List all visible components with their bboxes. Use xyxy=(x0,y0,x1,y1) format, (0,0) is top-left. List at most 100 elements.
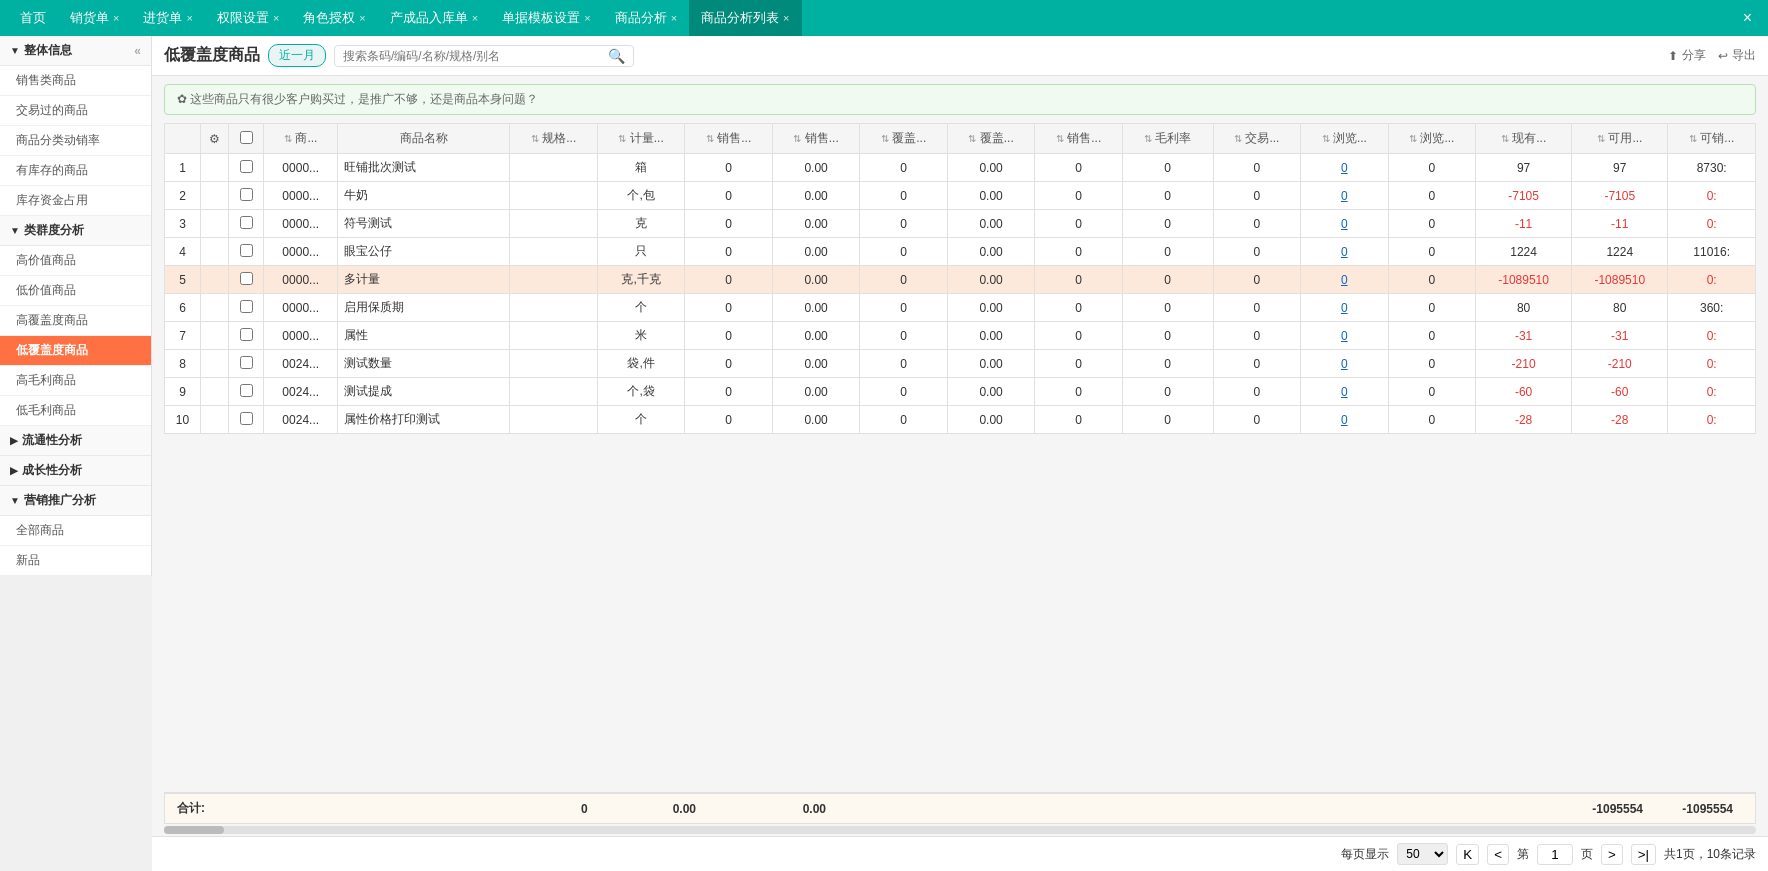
sidebar-collapse-icon[interactable]: « xyxy=(134,44,141,58)
available-column-header[interactable]: ⇅ 可用... xyxy=(1572,124,1668,154)
row-settings[interactable] xyxy=(201,154,229,182)
close-all-button[interactable]: × xyxy=(1735,9,1760,27)
nav-product-in[interactable]: 产成品入库单 × xyxy=(378,0,490,36)
row-checkbox[interactable] xyxy=(229,406,264,434)
sales2-column-header[interactable]: ⇅ 销售... xyxy=(772,124,860,154)
sidebar-item-low-profit[interactable]: 低毛利商品 xyxy=(0,396,151,426)
spec-column-header[interactable]: ⇅ 规格... xyxy=(510,124,598,154)
sidebar-section-overall[interactable]: ▼ 整体信息 « xyxy=(0,36,151,66)
sidebar-item-high-value[interactable]: 高价值商品 xyxy=(0,246,151,276)
sales3-column-header[interactable]: ⇅ 销售... xyxy=(1035,124,1123,154)
saleable-column-header[interactable]: ⇅ 可销... xyxy=(1668,124,1756,154)
checkbox-column-header[interactable] xyxy=(229,124,264,154)
share-button[interactable]: ⬆ 分享 xyxy=(1668,47,1706,64)
close-icon[interactable]: × xyxy=(359,12,365,24)
nav-role[interactable]: 角色授权 × xyxy=(291,0,377,36)
prev-page-button[interactable]: < xyxy=(1487,844,1509,865)
row-checkbox[interactable] xyxy=(229,154,264,182)
browse2-column-header[interactable]: ⇅ 浏览... xyxy=(1388,124,1476,154)
row-settings[interactable] xyxy=(201,238,229,266)
row-checkbox[interactable] xyxy=(229,210,264,238)
row-settings[interactable] xyxy=(201,266,229,294)
sales1-column-header[interactable]: ⇅ 销售... xyxy=(685,124,773,154)
row-browse1[interactable]: 0 xyxy=(1301,294,1389,322)
row-checkbox[interactable] xyxy=(229,238,264,266)
row-checkbox[interactable] xyxy=(229,322,264,350)
row-checkbox[interactable] xyxy=(229,350,264,378)
sidebar-item-high-coverage[interactable]: 高覆盖度商品 xyxy=(0,306,151,336)
sidebar-section-growth[interactable]: ▶ 成长性分析 xyxy=(0,456,151,486)
sidebar-section-circulation[interactable]: ▶ 流通性分析 xyxy=(0,426,151,456)
nav-template[interactable]: 单据模板设置 × xyxy=(490,0,602,36)
row-browse1[interactable]: 0 xyxy=(1301,266,1389,294)
sidebar-item-low-coverage[interactable]: 低覆盖度商品 xyxy=(0,336,151,366)
settings-column-header[interactable]: ⚙ xyxy=(201,124,229,154)
nav-product-analysis-list[interactable]: 商品分析列表 × xyxy=(689,0,801,36)
close-icon[interactable]: × xyxy=(671,12,677,24)
row-browse1[interactable]: 0 xyxy=(1301,182,1389,210)
trade-column-header[interactable]: ⇅ 交易... xyxy=(1213,124,1301,154)
sidebar-item-all-goods[interactable]: 全部商品 xyxy=(0,516,151,546)
row-browse1[interactable]: 0 xyxy=(1301,210,1389,238)
row-settings[interactable] xyxy=(201,182,229,210)
close-icon[interactable]: × xyxy=(584,12,590,24)
page-number-input[interactable] xyxy=(1537,844,1573,865)
row-settings[interactable] xyxy=(201,378,229,406)
search-input[interactable] xyxy=(343,49,608,63)
row-checkbox[interactable] xyxy=(229,294,264,322)
row-checkbox[interactable] xyxy=(229,266,264,294)
nav-sales[interactable]: 销货单 × xyxy=(58,0,131,36)
filter-button[interactable]: 近一月 xyxy=(268,44,326,67)
row-browse1[interactable]: 0 xyxy=(1301,350,1389,378)
page-size-select[interactable]: 50 100 200 xyxy=(1397,843,1448,865)
row-settings[interactable] xyxy=(201,294,229,322)
cover1-column-header[interactable]: ⇅ 覆盖... xyxy=(860,124,948,154)
row-browse1[interactable]: 0 xyxy=(1301,322,1389,350)
sidebar-section-marketing[interactable]: ▼ 营销推广分析 xyxy=(0,486,151,516)
gross-rate-column-header[interactable]: ⇅ 毛利率 xyxy=(1122,124,1213,154)
code-column-header[interactable]: ⇅ 商... xyxy=(264,124,338,154)
row-settings[interactable] xyxy=(201,210,229,238)
row-browse1[interactable]: 0 xyxy=(1301,378,1389,406)
sidebar-section-cluster[interactable]: ▼ 类群度分析 xyxy=(0,216,151,246)
row-settings[interactable] xyxy=(201,406,229,434)
sidebar-item-new-goods[interactable]: 新品 xyxy=(0,546,151,576)
sidebar-item-stock-capital[interactable]: 库存资金占用 xyxy=(0,186,151,216)
close-icon[interactable]: × xyxy=(472,12,478,24)
sidebar-item-high-profit[interactable]: 高毛利商品 xyxy=(0,366,151,396)
row-browse1[interactable]: 0 xyxy=(1301,238,1389,266)
sidebar-item-sales-goods[interactable]: 销售类商品 xyxy=(0,66,151,96)
next-page-button[interactable]: > xyxy=(1601,844,1623,865)
sidebar-item-traded-goods[interactable]: 交易过的商品 xyxy=(0,96,151,126)
row-settings[interactable] xyxy=(201,350,229,378)
scrollbar-thumb[interactable] xyxy=(164,826,224,834)
cover2-column-header[interactable]: ⇅ 覆盖... xyxy=(947,124,1035,154)
sidebar-item-low-value[interactable]: 低价值商品 xyxy=(0,276,151,306)
data-table-container[interactable]: ⚙ ⇅ 商... 商品名称 ⇅ 规格... ⇅ 计量... ⇅ 销售... ⇅ … xyxy=(164,123,1756,792)
sidebar-item-category-rate[interactable]: 商品分类动销率 xyxy=(0,126,151,156)
name-column-header[interactable]: 商品名称 xyxy=(338,124,510,154)
row-checkbox[interactable] xyxy=(229,182,264,210)
export-button[interactable]: ↩ 导出 xyxy=(1718,47,1756,64)
row-settings[interactable] xyxy=(201,322,229,350)
horizontal-scrollbar[interactable] xyxy=(164,826,1756,834)
unit-column-header[interactable]: ⇅ 计量... xyxy=(597,124,685,154)
row-browse1[interactable]: 0 xyxy=(1301,154,1389,182)
sidebar-item-stock-goods[interactable]: 有库存的商品 xyxy=(0,156,151,186)
select-all-checkbox[interactable] xyxy=(240,131,253,144)
row-checkbox[interactable] xyxy=(229,378,264,406)
nav-product-analysis[interactable]: 商品分析 × xyxy=(603,0,689,36)
search-icon[interactable]: 🔍 xyxy=(608,48,625,64)
last-page-button[interactable]: >| xyxy=(1631,844,1656,865)
close-icon[interactable]: × xyxy=(783,12,789,24)
first-page-button[interactable]: K xyxy=(1456,844,1479,865)
close-icon[interactable]: × xyxy=(186,12,192,24)
row-browse1[interactable]: 0 xyxy=(1301,406,1389,434)
nav-permission[interactable]: 权限设置 × xyxy=(205,0,291,36)
nav-home[interactable]: 首页 xyxy=(8,0,58,36)
close-icon[interactable]: × xyxy=(273,12,279,24)
browse1-column-header[interactable]: ⇅ 浏览... xyxy=(1301,124,1389,154)
current-column-header[interactable]: ⇅ 现有... xyxy=(1476,124,1572,154)
nav-purchase[interactable]: 进货单 × xyxy=(131,0,204,36)
close-icon[interactable]: × xyxy=(113,12,119,24)
